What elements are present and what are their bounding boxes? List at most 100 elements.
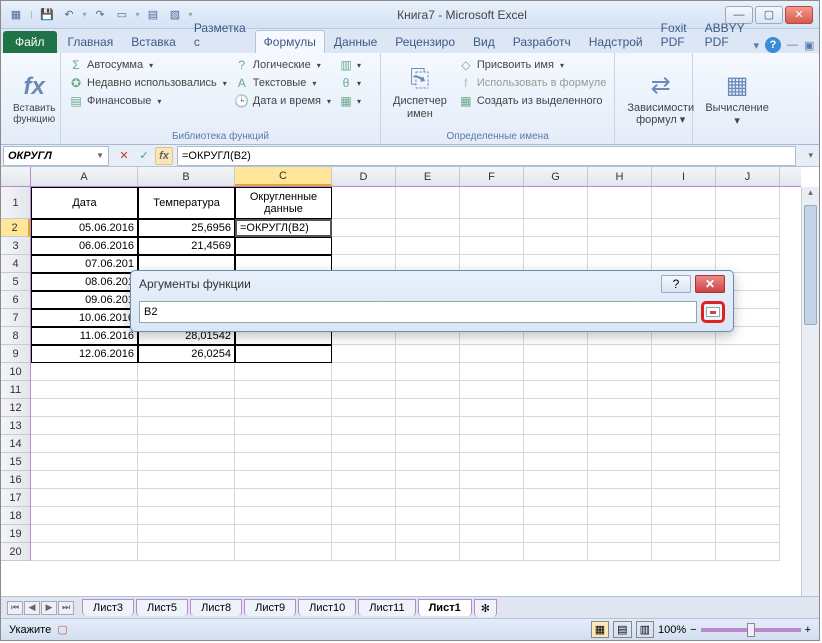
cell[interactable] xyxy=(652,525,716,543)
text-button[interactable]: AТекстовые▾ xyxy=(233,75,333,91)
ribbon-dropdown-icon[interactable]: ▾ xyxy=(753,39,759,52)
sheet-nav-prev[interactable]: ◀ xyxy=(24,601,40,615)
financial-button[interactable]: ▤Финансовые▾ xyxy=(67,93,229,109)
cell[interactable] xyxy=(332,471,396,489)
cell[interactable] xyxy=(460,363,524,381)
cell[interactable] xyxy=(332,219,396,237)
dialog-argument-input[interactable] xyxy=(139,301,697,323)
undo-icon[interactable]: ↶ xyxy=(60,6,78,24)
cell[interactable] xyxy=(396,219,460,237)
cell[interactable] xyxy=(588,507,652,525)
cell[interactable] xyxy=(588,237,652,255)
cell-a5[interactable]: 08.06.201 xyxy=(31,273,138,291)
cell[interactable] xyxy=(588,345,652,363)
math-button[interactable]: θ▾ xyxy=(337,75,363,91)
cell[interactable] xyxy=(652,381,716,399)
save-icon[interactable]: 💾 xyxy=(38,6,56,24)
cell[interactable] xyxy=(138,381,235,399)
dialog-expand-button[interactable] xyxy=(701,301,725,323)
cell[interactable] xyxy=(31,471,138,489)
cell[interactable] xyxy=(138,417,235,435)
row-header-10[interactable]: 10 xyxy=(1,363,30,381)
cancel-formula-button[interactable]: ✕ xyxy=(115,147,133,165)
cell[interactable] xyxy=(396,543,460,561)
cell-a7[interactable]: 10.06.2016 xyxy=(31,309,138,327)
cell[interactable] xyxy=(588,399,652,417)
cell[interactable] xyxy=(652,237,716,255)
cell[interactable] xyxy=(31,435,138,453)
zoom-level[interactable]: 100% xyxy=(658,624,686,636)
cell[interactable] xyxy=(588,543,652,561)
fx-button[interactable]: fx xyxy=(155,147,173,165)
cell[interactable] xyxy=(716,219,780,237)
tab-review[interactable]: Рецензиро xyxy=(386,30,464,53)
cell[interactable] xyxy=(396,471,460,489)
insert-function-button[interactable]: fx Вставитьфункцию xyxy=(7,55,61,142)
cell[interactable] xyxy=(716,525,780,543)
cell[interactable] xyxy=(31,453,138,471)
cell[interactable] xyxy=(138,435,235,453)
cell[interactable] xyxy=(588,417,652,435)
cell[interactable] xyxy=(396,435,460,453)
cell[interactable] xyxy=(235,435,332,453)
select-all-corner[interactable] xyxy=(1,167,31,187)
cell[interactable] xyxy=(652,417,716,435)
dialog-help-button[interactable]: ? xyxy=(661,275,691,293)
cell[interactable] xyxy=(652,399,716,417)
row-header-19[interactable]: 19 xyxy=(1,525,30,543)
cell-b9[interactable]: 26,0254 xyxy=(138,345,235,363)
cell[interactable] xyxy=(332,187,396,219)
dialog-titlebar[interactable]: Аргументы функции ? ✕ xyxy=(131,271,733,297)
row-header-4[interactable]: 4 xyxy=(1,255,30,273)
row-header-9[interactable]: 9 xyxy=(1,345,30,363)
cell[interactable] xyxy=(138,363,235,381)
cell[interactable] xyxy=(588,381,652,399)
col-header-i[interactable]: I xyxy=(652,167,716,186)
cell[interactable] xyxy=(588,435,652,453)
cell[interactable] xyxy=(396,345,460,363)
tab-insert[interactable]: Вставка xyxy=(122,30,185,53)
cell-a4[interactable]: 07.06.201 xyxy=(31,255,138,273)
recent-button[interactable]: ✪Недавно использовались▾ xyxy=(67,75,229,91)
col-header-a[interactable]: A xyxy=(31,167,138,186)
name-box-dropdown-icon[interactable]: ▼ xyxy=(96,151,104,160)
cell[interactable] xyxy=(524,525,588,543)
view-page-layout-icon[interactable]: ▤ xyxy=(613,621,631,638)
tab-foxit[interactable]: Foxit PDF xyxy=(652,16,696,53)
cell[interactable] xyxy=(716,187,780,219)
name-box[interactable]: ОКРУГЛ ▼ xyxy=(3,146,109,166)
cell[interactable] xyxy=(138,489,235,507)
cell-a8[interactable]: 11.06.2016 xyxy=(31,327,138,345)
cell[interactable] xyxy=(332,543,396,561)
cell[interactable] xyxy=(460,345,524,363)
cell[interactable] xyxy=(460,399,524,417)
sheet-nav-next[interactable]: ▶ xyxy=(41,601,57,615)
cell[interactable] xyxy=(138,507,235,525)
cell[interactable] xyxy=(652,543,716,561)
col-header-j[interactable]: J xyxy=(716,167,780,186)
cell[interactable] xyxy=(138,471,235,489)
cell[interactable] xyxy=(652,471,716,489)
cell[interactable] xyxy=(716,543,780,561)
tab-layout[interactable]: Разметка с xyxy=(185,16,255,53)
new-icon[interactable]: ▭ xyxy=(113,6,131,24)
sheet-tab[interactable]: Лист8 xyxy=(190,599,242,616)
cell[interactable] xyxy=(716,381,780,399)
cell[interactable] xyxy=(524,381,588,399)
workbook-restore-icon[interactable]: ▣ xyxy=(804,39,814,52)
row-header-11[interactable]: 11 xyxy=(1,381,30,399)
col-header-f[interactable]: F xyxy=(460,167,524,186)
cell-a2[interactable]: 05.06.2016 xyxy=(31,219,138,237)
cell[interactable] xyxy=(332,381,396,399)
logical-button[interactable]: ?Логические▾ xyxy=(233,57,333,73)
sheet-tab[interactable]: Лист5 xyxy=(136,599,188,616)
cell[interactable] xyxy=(716,345,780,363)
cell[interactable] xyxy=(460,525,524,543)
cell[interactable] xyxy=(332,399,396,417)
more-button[interactable]: ▦▾ xyxy=(337,93,363,109)
cell[interactable] xyxy=(235,507,332,525)
cell-b2[interactable]: 25,6956 xyxy=(138,219,235,237)
cell[interactable] xyxy=(460,381,524,399)
cell[interactable] xyxy=(652,507,716,525)
cell[interactable] xyxy=(460,417,524,435)
